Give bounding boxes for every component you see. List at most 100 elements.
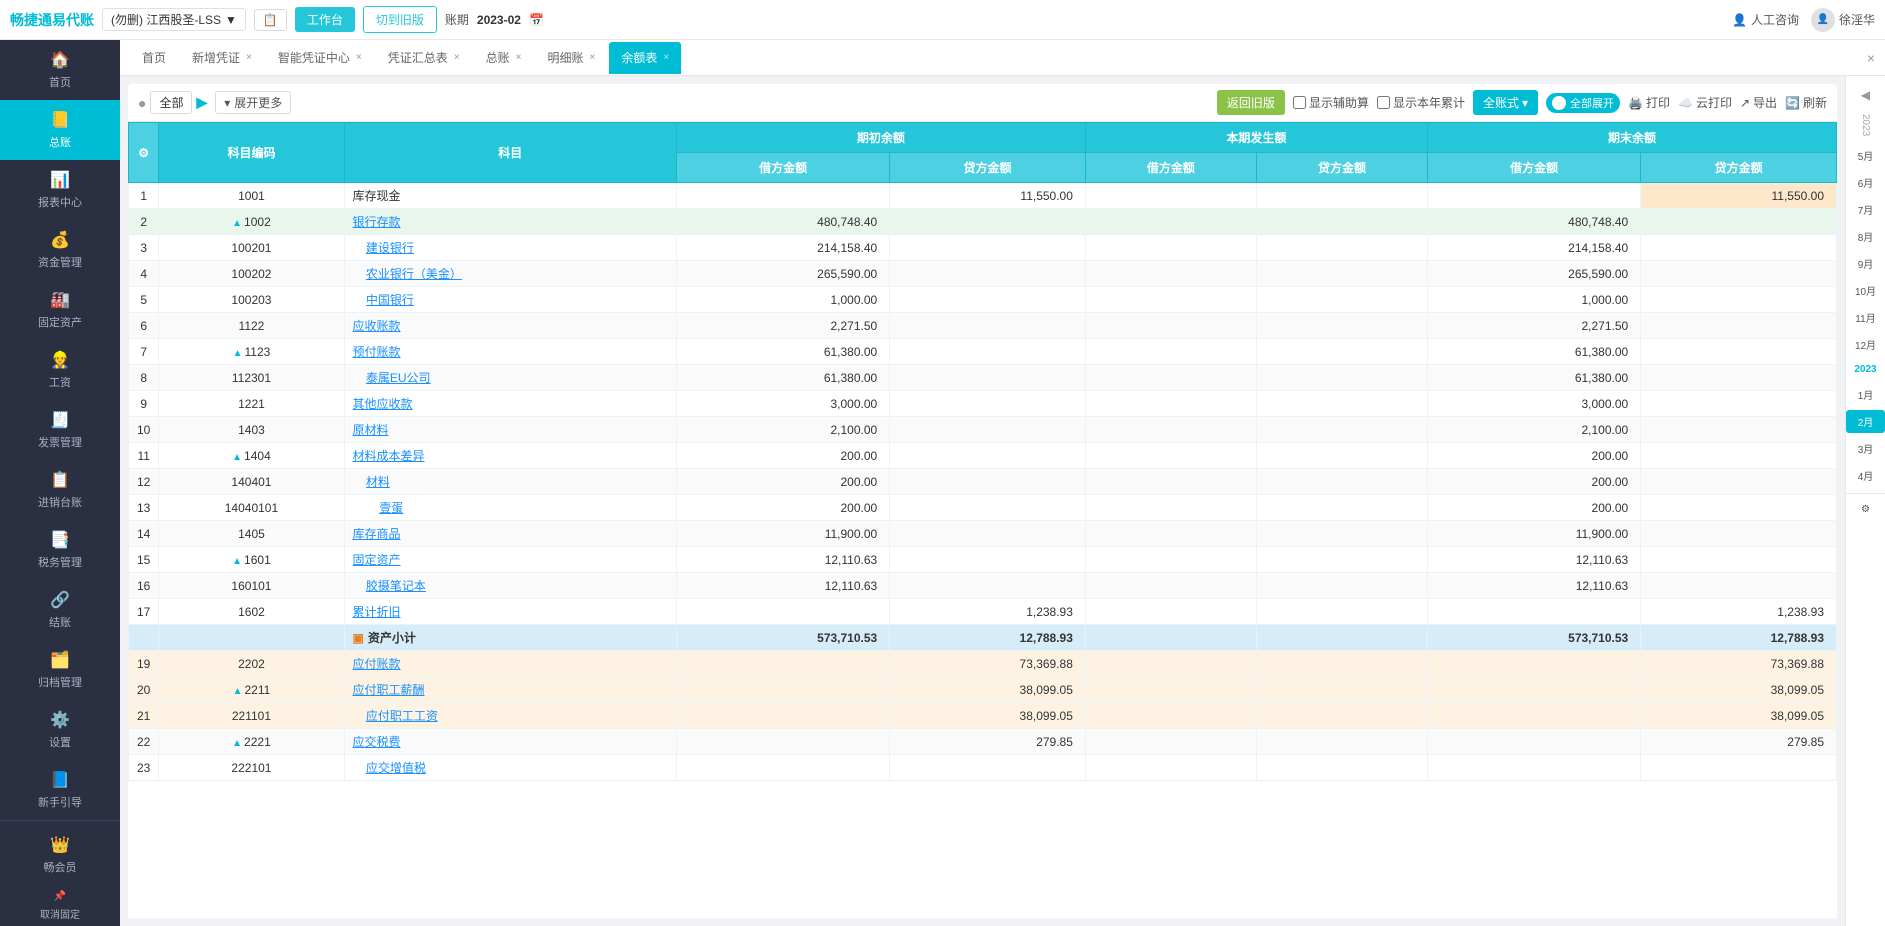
- month-jan[interactable]: 1月: [1856, 383, 1876, 406]
- current-debit: [1085, 729, 1256, 755]
- row-name[interactable]: 原材料: [344, 417, 676, 443]
- expand-all-toggle[interactable]: 全部展开: [1546, 93, 1620, 113]
- workbench-btn[interactable]: 工作台: [295, 7, 355, 32]
- show-annual-checkbox[interactable]: 显示本年累计: [1377, 94, 1465, 111]
- sidebar-item-capital[interactable]: 💰 资金管理: [0, 220, 120, 280]
- sidebar-item-trade[interactable]: 📋 进销台账: [0, 460, 120, 520]
- month-mar[interactable]: 3月: [1856, 437, 1876, 460]
- user-area[interactable]: 👤 徐淫华: [1811, 8, 1875, 32]
- copy-btn[interactable]: 📋: [254, 9, 287, 31]
- closing-credit: 12,788.93: [1641, 625, 1837, 651]
- row-name[interactable]: 应交税费: [344, 729, 676, 755]
- balance-table-container[interactable]: ⚙ 科目编码 科目 期初余额 本期发生额 期末余额 借方金额 贷方金额 借方金额: [128, 122, 1837, 918]
- refresh-btn[interactable]: 🔄 刷新: [1785, 94, 1827, 111]
- row-name[interactable]: 其他应收款: [344, 391, 676, 417]
- print-btn[interactable]: 🖨️ 打印: [1628, 94, 1670, 111]
- row-name[interactable]: 库存商品: [344, 521, 676, 547]
- sidebar-item-report[interactable]: 📊 报表中心: [0, 160, 120, 220]
- tab-new-voucher[interactable]: 新增凭证 ×: [180, 42, 264, 74]
- current-debit: [1085, 339, 1256, 365]
- filter-right-arrow[interactable]: ▶: [196, 94, 207, 111]
- row-name[interactable]: 泰属EU公司: [344, 365, 676, 391]
- sidebar-item-assets[interactable]: 🏭 固定资产: [0, 280, 120, 340]
- filter-all-btn[interactable]: 全部: [150, 91, 192, 114]
- row-name[interactable]: 材料成本差异: [344, 443, 676, 469]
- tab-general-ledger-close[interactable]: ×: [516, 52, 522, 63]
- tab-new-voucher-close[interactable]: ×: [246, 52, 252, 63]
- row-code: 221101: [159, 703, 344, 729]
- sidebar-item-unpin[interactable]: 📌 取消固定: [0, 885, 120, 926]
- month-jun[interactable]: 6月: [1856, 171, 1876, 194]
- tab-detail-ledger[interactable]: 明细账 ×: [535, 42, 607, 74]
- row-name[interactable]: 材料: [344, 469, 676, 495]
- row-name[interactable]: 应付账款: [344, 651, 676, 677]
- row-name[interactable]: 应交增值税: [344, 755, 676, 781]
- format-btn[interactable]: 全账式 ▾: [1473, 90, 1538, 115]
- panel-collapse-arrow[interactable]: ◀: [1857, 84, 1874, 106]
- row-name[interactable]: 应付职工工资: [344, 703, 676, 729]
- row-name[interactable]: 建设银行: [344, 235, 676, 261]
- sidebar-item-ledger[interactable]: 📒 总账: [0, 100, 120, 160]
- consult-btn[interactable]: 👤 人工咨询: [1732, 11, 1799, 28]
- row-name[interactable]: 应付职工薪酬: [344, 677, 676, 703]
- closing-credit: [1641, 339, 1837, 365]
- cloud-print-btn[interactable]: ☁️ 云打印: [1678, 94, 1732, 111]
- row-number: 4: [129, 261, 159, 287]
- main-layout: 🏠 首页 📒 总账 📊 报表中心 💰 资金管理 🏭 固定资产 👷 工资 🧾 发票…: [0, 40, 1885, 926]
- tab-voucher-summary-close[interactable]: ×: [454, 52, 460, 63]
- sidebar-item-home[interactable]: 🏠 首页: [0, 40, 120, 100]
- tab-voucher-summary[interactable]: 凭证汇总表 ×: [376, 42, 472, 74]
- export-btn[interactable]: ↗ 导出: [1740, 94, 1777, 111]
- month-oct[interactable]: 10月: [1853, 279, 1878, 302]
- show-aux-input[interactable]: [1293, 96, 1306, 109]
- tab-general-ledger[interactable]: 总账 ×: [474, 42, 534, 74]
- return-old-btn[interactable]: 返回旧版: [1217, 90, 1285, 115]
- col-settings[interactable]: ⚙: [129, 123, 159, 183]
- sidebar-item-member[interactable]: 👑 畅会员: [0, 825, 120, 885]
- month-may[interactable]: 5月: [1856, 144, 1876, 167]
- row-name[interactable]: 胶摄笔记本: [344, 573, 676, 599]
- sidebar-item-archive[interactable]: 🗂️ 归档管理: [0, 640, 120, 700]
- month-jul[interactable]: 7月: [1856, 198, 1876, 221]
- sidebar-item-salary[interactable]: 👷 工资: [0, 340, 120, 400]
- month-feb[interactable]: 2月: [1846, 410, 1885, 433]
- month-sep[interactable]: 9月: [1856, 252, 1876, 275]
- row-name[interactable]: 累计折旧: [344, 599, 676, 625]
- calendar-icon[interactable]: 📅: [529, 13, 544, 27]
- switch-btn[interactable]: 切到旧版: [363, 6, 437, 33]
- filter-left-arrow[interactable]: ●: [138, 95, 146, 111]
- sidebar-item-invoice[interactable]: 🧾 发票管理: [0, 400, 120, 460]
- expand-more-btn[interactable]: ▾ 展开更多: [215, 91, 291, 114]
- row-name[interactable]: 固定资产: [344, 547, 676, 573]
- row-name: 库存现金: [344, 183, 676, 209]
- tab-detail-ledger-close[interactable]: ×: [589, 52, 595, 63]
- show-annual-input[interactable]: [1377, 96, 1390, 109]
- sidebar-item-close[interactable]: 🔗 结账: [0, 580, 120, 640]
- sidebar-item-settings[interactable]: ⚙️ 设置: [0, 700, 120, 760]
- row-name[interactable]: 壹蛋: [344, 495, 676, 521]
- show-aux-checkbox[interactable]: 显示辅助算: [1293, 94, 1369, 111]
- print-icon: 🖨️: [1628, 96, 1643, 110]
- month-aug[interactable]: 8月: [1856, 225, 1876, 248]
- row-name[interactable]: 中国银行: [344, 287, 676, 313]
- tab-smart-voucher-label: 智能凭证中心: [278, 49, 350, 66]
- closing-credit: [1641, 495, 1837, 521]
- tab-balance-sheet-close[interactable]: ×: [663, 52, 669, 63]
- panel-settings-icon[interactable]: ⚙: [1859, 500, 1872, 519]
- month-dec[interactable]: 12月: [1853, 333, 1878, 356]
- table-row: 20▲2211应付职工薪酬38,099.0538,099.05: [129, 677, 1837, 703]
- company-selector[interactable]: (勿删) 江西股圣-LSS ▼: [102, 8, 246, 31]
- sidebar-item-tax[interactable]: 📑 税务管理: [0, 520, 120, 580]
- tab-bar-close-btn[interactable]: ×: [1867, 50, 1875, 66]
- row-name[interactable]: 应收账款: [344, 313, 676, 339]
- tab-smart-voucher[interactable]: 智能凭证中心 ×: [266, 42, 374, 74]
- month-nov[interactable]: 11月: [1853, 306, 1877, 329]
- tab-smart-voucher-close[interactable]: ×: [356, 52, 362, 63]
- row-name[interactable]: 预付账款: [344, 339, 676, 365]
- month-apr[interactable]: 4月: [1856, 464, 1876, 487]
- tab-home[interactable]: 首页: [130, 42, 178, 74]
- tab-balance-sheet[interactable]: 余额表 ×: [609, 42, 681, 74]
- row-name[interactable]: 农业银行（美金）: [344, 261, 676, 287]
- row-name[interactable]: 银行存款: [344, 209, 676, 235]
- sidebar-item-guide[interactable]: 📘 新手引导: [0, 760, 120, 820]
